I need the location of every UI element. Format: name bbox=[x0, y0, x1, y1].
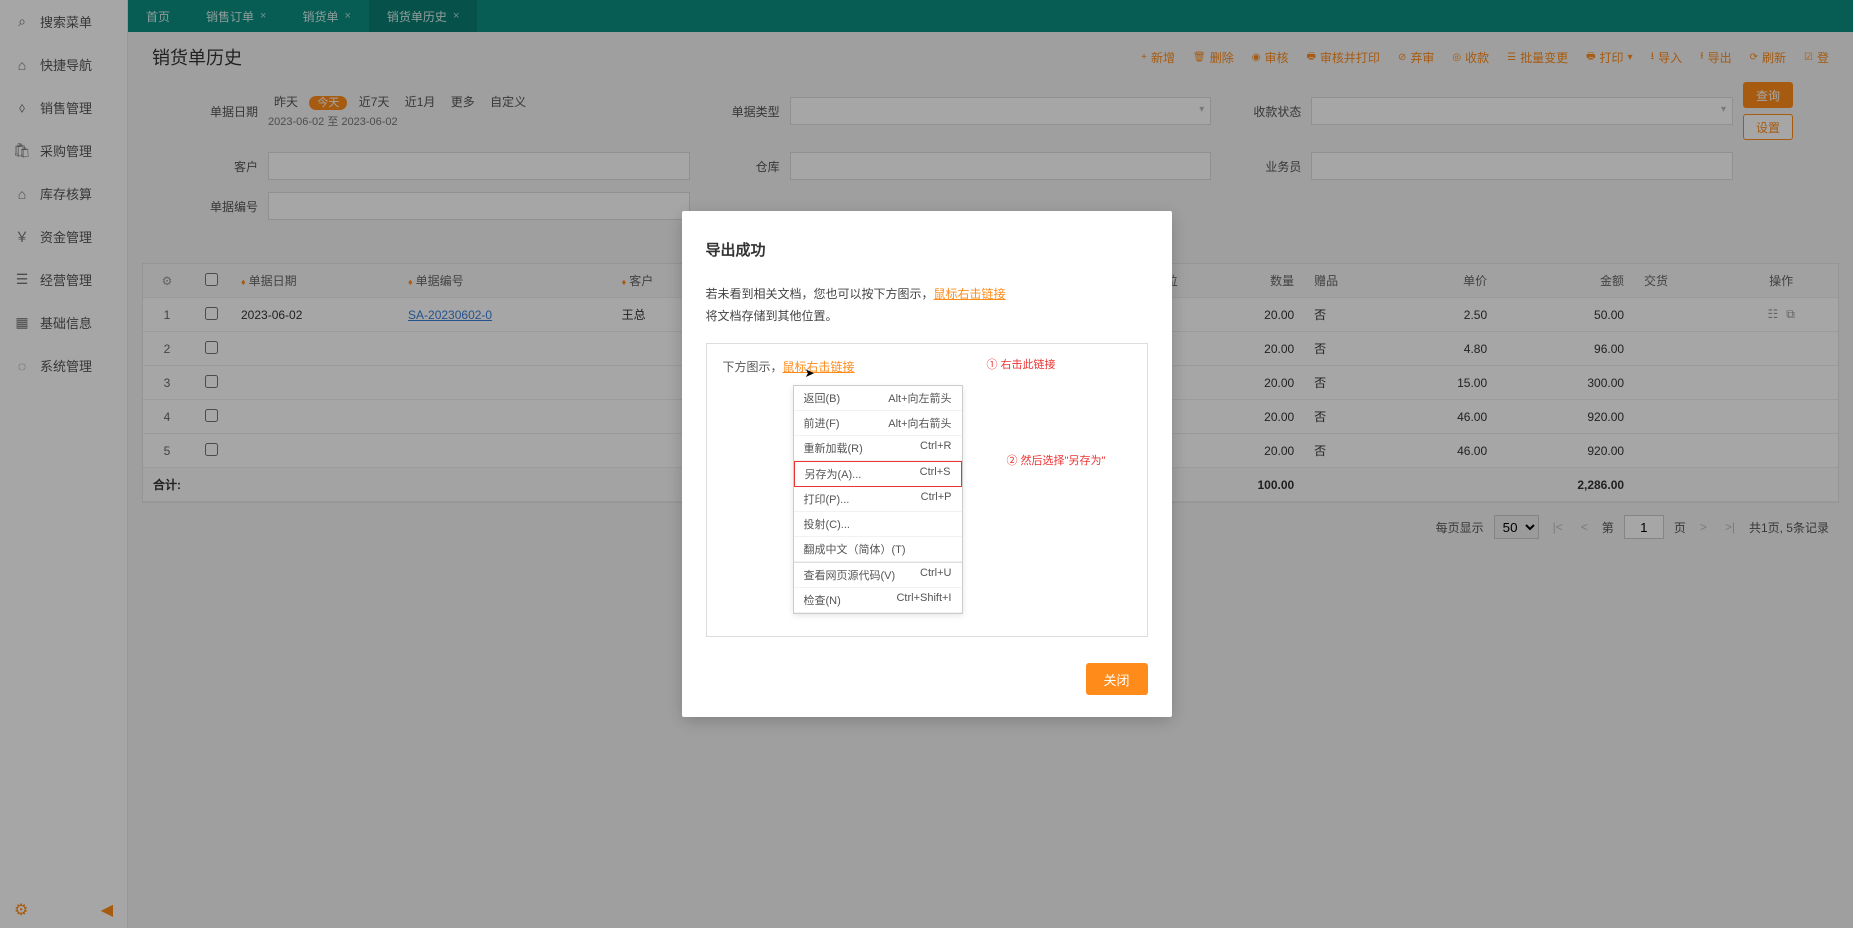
diagram-link: 鼠标右击链接 bbox=[783, 360, 855, 374]
modal-overlay: 导出成功 若未看到相关文档，您也可以按下方图示，鼠标右击链接 将文档存储到其他位… bbox=[0, 0, 1853, 928]
export-success-modal: 导出成功 若未看到相关文档，您也可以按下方图示，鼠标右击链接 将文档存储到其他位… bbox=[682, 211, 1172, 717]
modal-description: 若未看到相关文档，您也可以按下方图示，鼠标右击链接 将文档存储到其他位置。 bbox=[706, 284, 1148, 327]
ctx-item: 打印(P)...Ctrl+P bbox=[794, 487, 962, 512]
rightclick-link[interactable]: 鼠标右击链接 bbox=[934, 287, 1006, 301]
ctx-item: 查看网页源代码(V)Ctrl+U bbox=[794, 562, 962, 588]
ctx-item: 重新加载(R)Ctrl+R bbox=[794, 436, 962, 461]
modal-title: 导出成功 bbox=[706, 239, 1148, 260]
context-menu-illustration: 返回(B)Alt+向左箭头前进(F)Alt+向右箭头重新加载(R)Ctrl+R另… bbox=[793, 385, 963, 614]
ctx-item: 返回(B)Alt+向左箭头 bbox=[794, 386, 962, 411]
annotation-2: ② 然后选择"另存为" bbox=[1007, 452, 1106, 468]
ctx-item: 检查(N)Ctrl+Shift+I bbox=[794, 588, 962, 613]
ctx-item: 另存为(A)...Ctrl+S bbox=[794, 461, 962, 487]
ctx-item: 投射(C)... bbox=[794, 512, 962, 537]
ctx-item: 前进(F)Alt+向右箭头 bbox=[794, 411, 962, 436]
cursor-icon: ➤ bbox=[805, 366, 815, 380]
annotation-1: ① 右击此链接 bbox=[987, 356, 1056, 372]
close-button[interactable]: 关闭 bbox=[1086, 663, 1148, 695]
diagram: 下方图示，鼠标右击链接 ➤ ① 右击此链接 ② 然后选择"另存为" 返回(B)A… bbox=[706, 343, 1148, 637]
ctx-item: 翻成中文（简体）(T) bbox=[794, 537, 962, 562]
